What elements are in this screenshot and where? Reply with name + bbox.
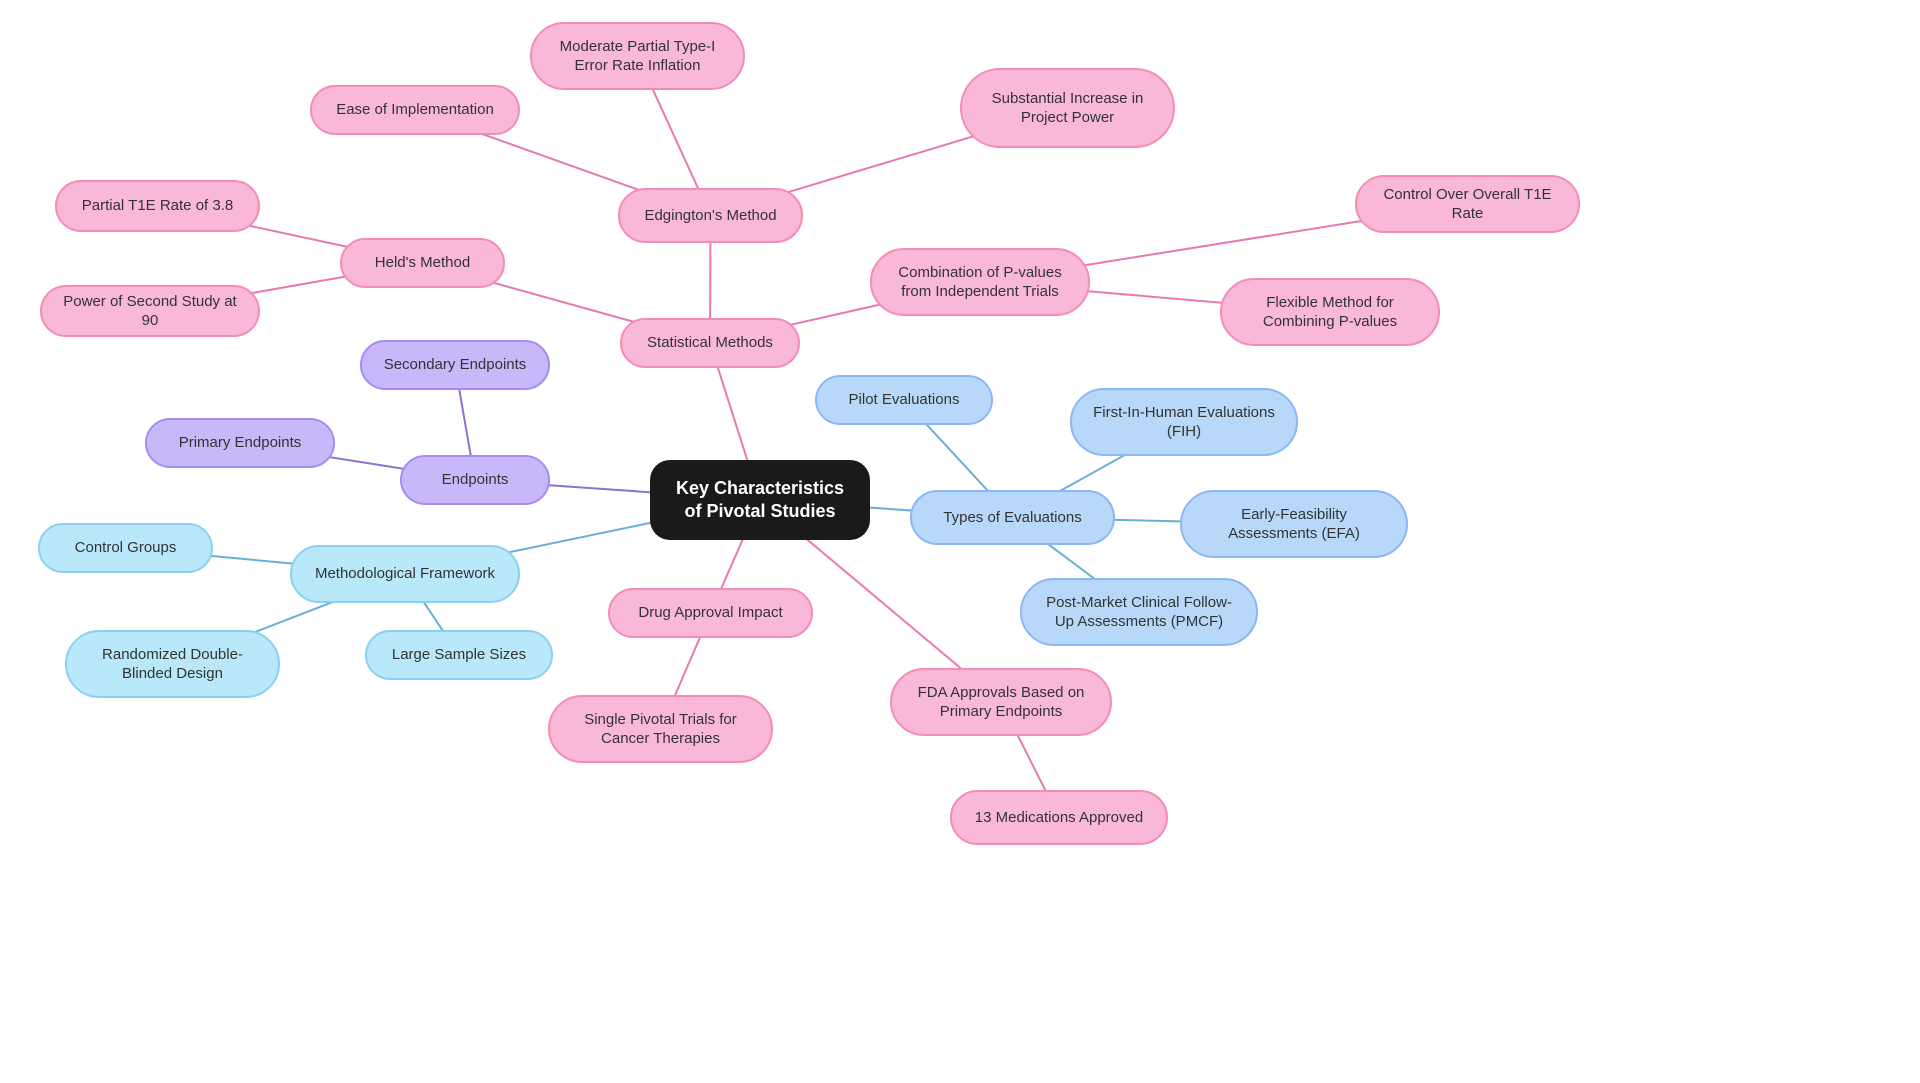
edgington-node: Edgington's Method xyxy=(618,188,803,243)
primary-endpoints-node: Primary Endpoints xyxy=(145,418,335,468)
helds-method-node: Held's Method xyxy=(340,238,505,288)
pmcf-node: Post-Market Clinical Follow-Up Assessmen… xyxy=(1020,578,1258,646)
control-overall-node: Control Over Overall T1E Rate xyxy=(1355,175,1580,233)
pilot-evaluations-node: Pilot Evaluations xyxy=(815,375,993,425)
control-groups-node: Control Groups xyxy=(38,523,213,573)
large-sample-node: Large Sample Sizes xyxy=(365,630,553,680)
substantial-increase-node: Substantial Increase in Project Power xyxy=(960,68,1175,148)
single-pivotal-node: Single Pivotal Trials for Cancer Therapi… xyxy=(548,695,773,763)
fih-node: First-In-Human Evaluations (FIH) xyxy=(1070,388,1298,456)
moderate-partial-node: Moderate Partial Type-I Error Rate Infla… xyxy=(530,22,745,90)
partial-t1e-node: Partial T1E Rate of 3.8 xyxy=(55,180,260,232)
randomized-node: Randomized Double-Blinded Design xyxy=(65,630,280,698)
statistical-methods-node: Statistical Methods xyxy=(620,318,800,368)
combination-pvals-node: Combination of P-values from Independent… xyxy=(870,248,1090,316)
medications-approved-node: 13 Medications Approved xyxy=(950,790,1168,845)
power-second-node: Power of Second Study at 90 xyxy=(40,285,260,337)
types-evaluations-node: Types of Evaluations xyxy=(910,490,1115,545)
drug-approval-node: Drug Approval Impact xyxy=(608,588,813,638)
fda-approvals-node: FDA Approvals Based on Primary Endpoints xyxy=(890,668,1112,736)
center-node: Key Characteristics of Pivotal Studies xyxy=(650,460,870,540)
ease-implementation-node: Ease of Implementation xyxy=(310,85,520,135)
endpoints-node: Endpoints xyxy=(400,455,550,505)
efa-node: Early-Feasibility Assessments (EFA) xyxy=(1180,490,1408,558)
flexible-method-node: Flexible Method for Combining P-values xyxy=(1220,278,1440,346)
methodological-node: Methodological Framework xyxy=(290,545,520,603)
secondary-endpoints-node: Secondary Endpoints xyxy=(360,340,550,390)
